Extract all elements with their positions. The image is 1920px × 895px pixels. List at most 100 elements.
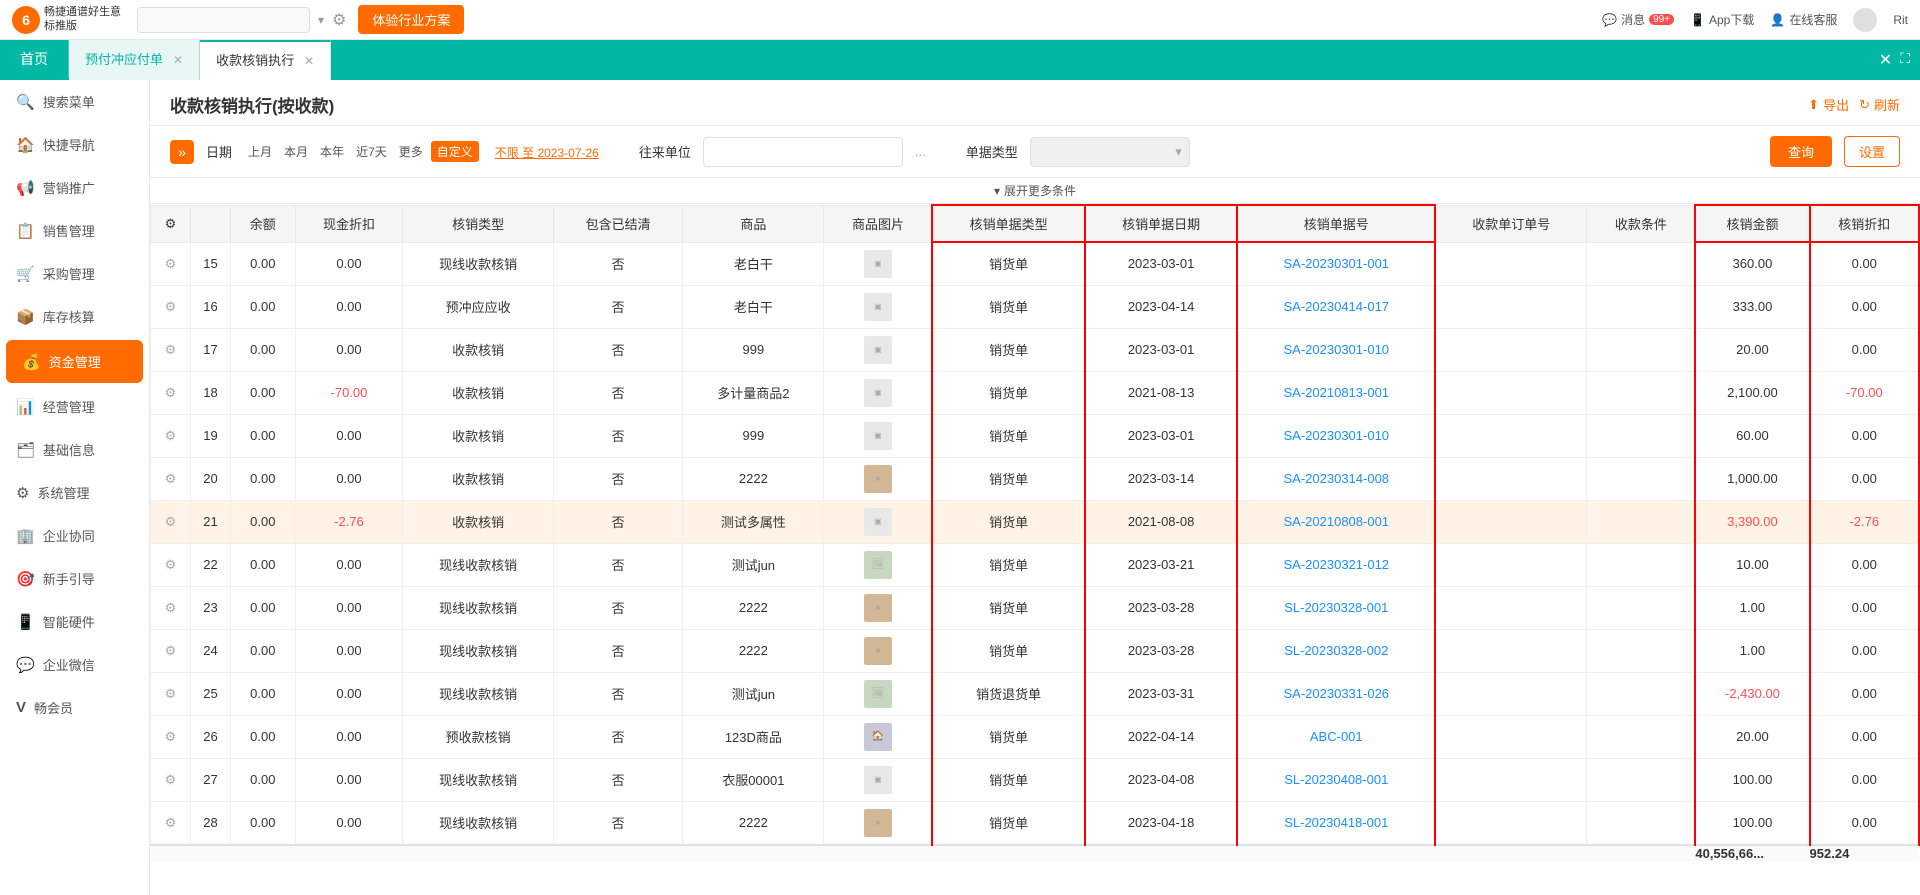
cell-gear[interactable]: ⚙ xyxy=(151,758,191,801)
top-search-input[interactable] xyxy=(137,7,310,33)
sidebar-item-wechat[interactable]: 💬 企业微信 xyxy=(0,643,149,686)
tab-bar-close-icon[interactable]: ✕ xyxy=(1879,50,1892,70)
cancel-bill-no-link[interactable]: SA-20210808-001 xyxy=(1284,514,1390,529)
hardware-icon: 📱 xyxy=(16,613,35,631)
col-gear-header[interactable]: ⚙ xyxy=(151,205,191,242)
refresh-button[interactable]: ↻ 刷新 xyxy=(1859,95,1900,114)
cancel-bill-no-link[interactable]: SL-20230328-002 xyxy=(1284,643,1388,658)
cell-gear[interactable]: ⚙ xyxy=(151,457,191,500)
cell-balance: 0.00 xyxy=(231,672,296,715)
cancel-bill-no-link[interactable]: SL-20230328-001 xyxy=(1284,600,1388,615)
cancel-bill-no-link[interactable]: SA-20230414-017 xyxy=(1284,299,1390,314)
cell-gear[interactable]: ⚙ xyxy=(151,586,191,629)
cancel-bill-no-link[interactable]: SL-20230418-001 xyxy=(1284,815,1388,830)
sidebar-item-operation[interactable]: 📊 经营管理 xyxy=(0,385,149,428)
cell-cash-discount: 0.00 xyxy=(295,758,403,801)
cell-gear[interactable]: ⚙ xyxy=(151,414,191,457)
sidebar-item-corp[interactable]: 🏢 企业协同 xyxy=(0,514,149,557)
cell-cancel-bill-no[interactable]: SA-20230301-001 xyxy=(1237,242,1435,285)
cell-collection-order-no xyxy=(1435,586,1587,629)
tab-bar-expand-icon[interactable]: ⛶ xyxy=(1900,50,1910,70)
partner-filter-input[interactable] xyxy=(703,137,903,167)
cell-cancel-bill-no[interactable]: SA-20230301-010 xyxy=(1237,328,1435,371)
filter-expand-button[interactable]: » xyxy=(170,140,194,164)
bill-type-select[interactable] xyxy=(1030,137,1190,167)
sidebar-item-member[interactable]: V 畅会员 xyxy=(0,686,149,729)
cell-gear[interactable]: ⚙ xyxy=(151,543,191,586)
cell-cancel-bill-no[interactable]: SL-20230328-001 xyxy=(1237,586,1435,629)
expand-more-button[interactable]: ▾ 展开更多条件 xyxy=(994,182,1076,199)
cell-goods: 衣服00001 xyxy=(683,758,824,801)
user-name: Rit xyxy=(1893,13,1908,27)
cell-cancel-bill-no[interactable]: SL-20230328-002 xyxy=(1237,629,1435,672)
cancel-bill-no-link[interactable]: ABC-001 xyxy=(1310,729,1363,744)
cell-cancel-bill-no[interactable]: SL-20230418-001 xyxy=(1237,801,1435,845)
table-area[interactable]: ⚙ 余额 现金折扣 核销类型 包含已结清 商品 商品图片 核销单据类型 核销单据… xyxy=(150,204,1920,895)
date-btn-this-year[interactable]: 本年 xyxy=(316,141,348,162)
online-service-action[interactable]: 👤 在线客服 xyxy=(1770,11,1837,28)
export-button[interactable]: ⬆ 导出 xyxy=(1808,95,1849,114)
cancel-bill-no-link[interactable]: SA-20230301-010 xyxy=(1284,342,1390,357)
cell-cancel-bill-no[interactable]: ABC-001 xyxy=(1237,715,1435,758)
operation-icon: 📊 xyxy=(16,398,35,416)
date-btn-more[interactable]: 更多 xyxy=(395,141,427,162)
cell-rownum: 22 xyxy=(191,543,231,586)
cell-gear[interactable]: ⚙ xyxy=(151,242,191,285)
tab-advance-close[interactable]: ✕ xyxy=(173,40,183,80)
sidebar-item-sales[interactable]: 📋 销售管理 xyxy=(0,209,149,252)
sidebar-item-system[interactable]: ⚙ 系统管理 xyxy=(0,471,149,514)
cell-gear[interactable]: ⚙ xyxy=(151,371,191,414)
sidebar-item-guide[interactable]: 🎯 新手引导 xyxy=(0,557,149,600)
app-download-action[interactable]: 📱 App下载 xyxy=(1690,11,1754,28)
sidebar-item-hardware[interactable]: 📱 智能硬件 xyxy=(0,600,149,643)
cell-cancel-bill-no[interactable]: SA-20230414-017 xyxy=(1237,285,1435,328)
sidebar-item-inventory[interactable]: 📦 库存核算 xyxy=(0,295,149,338)
cell-cancel-type: 收款核销 xyxy=(403,500,554,543)
tab-advance[interactable]: 预付冲应付单 ✕ xyxy=(69,40,200,80)
partner-filter-dots[interactable]: ... xyxy=(915,144,926,159)
cancel-bill-no-link[interactable]: SA-20230301-001 xyxy=(1284,256,1390,271)
cell-collection-condition xyxy=(1587,586,1696,629)
date-btn-custom[interactable]: 自定义 xyxy=(431,141,479,162)
date-btn-last-month[interactable]: 上月 xyxy=(244,141,276,162)
cancel-bill-no-link[interactable]: SA-20230321-012 xyxy=(1284,557,1390,572)
tab-collection-close[interactable]: ✕ xyxy=(304,41,314,81)
cell-gear[interactable]: ⚙ xyxy=(151,629,191,672)
cell-gear[interactable]: ⚙ xyxy=(151,672,191,715)
table-row: ⚙ 19 0.00 0.00 收款核销 否 999 ▣ 销货单 2023-03-… xyxy=(151,414,1920,457)
cell-cancel-bill-no[interactable]: SL-20230408-001 xyxy=(1237,758,1435,801)
cancel-bill-no-link[interactable]: SA-20210813-001 xyxy=(1284,385,1390,400)
cell-cash-discount: 0.00 xyxy=(295,457,403,500)
settings-button[interactable]: 设置 xyxy=(1844,136,1900,167)
sidebar-item-marketing[interactable]: 📢 营销推广 xyxy=(0,166,149,209)
sidebar-item-basic[interactable]: 🗂 基础信息 xyxy=(0,428,149,471)
cell-cancel-bill-no[interactable]: SA-20230321-012 xyxy=(1237,543,1435,586)
industry-solution-button[interactable]: 体验行业方案 xyxy=(358,5,464,34)
cell-gear[interactable]: ⚙ xyxy=(151,500,191,543)
tab-home[interactable]: 首页 xyxy=(0,40,69,78)
date-btn-7days[interactable]: 近7天 xyxy=(352,141,391,162)
query-button[interactable]: 查询 xyxy=(1770,136,1832,167)
cancel-bill-no-link[interactable]: SA-20230331-026 xyxy=(1284,686,1390,701)
sidebar-item-finance[interactable]: 💰 资金管理 xyxy=(6,340,143,383)
date-btn-this-month[interactable]: 本月 xyxy=(280,141,312,162)
cell-cancel-bill-no[interactable]: SA-20210808-001 xyxy=(1237,500,1435,543)
message-action[interactable]: 💬 消息 99+ xyxy=(1602,11,1674,28)
cell-cancel-bill-no[interactable]: SA-20230331-026 xyxy=(1237,672,1435,715)
cancel-bill-no-link[interactable]: SA-20230301-010 xyxy=(1284,428,1390,443)
sidebar-item-quick-nav[interactable]: 🏠 快捷导航 xyxy=(0,123,149,166)
cell-cancel-bill-no[interactable]: SA-20230314-008 xyxy=(1237,457,1435,500)
cancel-bill-no-link[interactable]: SA-20230314-008 xyxy=(1284,471,1390,486)
sidebar-item-purchase[interactable]: 🛒 采购管理 xyxy=(0,252,149,295)
cell-gear[interactable]: ⚙ xyxy=(151,285,191,328)
cell-gear[interactable]: ⚙ xyxy=(151,328,191,371)
cell-cancel-bill-no[interactable]: SA-20210813-001 xyxy=(1237,371,1435,414)
user-avatar[interactable] xyxy=(1853,8,1877,32)
cell-cancel-bill-no[interactable]: SA-20230301-010 xyxy=(1237,414,1435,457)
cell-gear[interactable]: ⚙ xyxy=(151,801,191,845)
tab-collection[interactable]: 收款核销执行 ✕ xyxy=(200,40,331,80)
cancel-bill-no-link[interactable]: SL-20230408-001 xyxy=(1284,772,1388,787)
sidebar-item-search[interactable]: 🔍 搜索菜单 xyxy=(0,80,149,123)
cell-gear[interactable]: ⚙ xyxy=(151,715,191,758)
settings-gear-icon[interactable]: ⚙ xyxy=(332,10,346,30)
